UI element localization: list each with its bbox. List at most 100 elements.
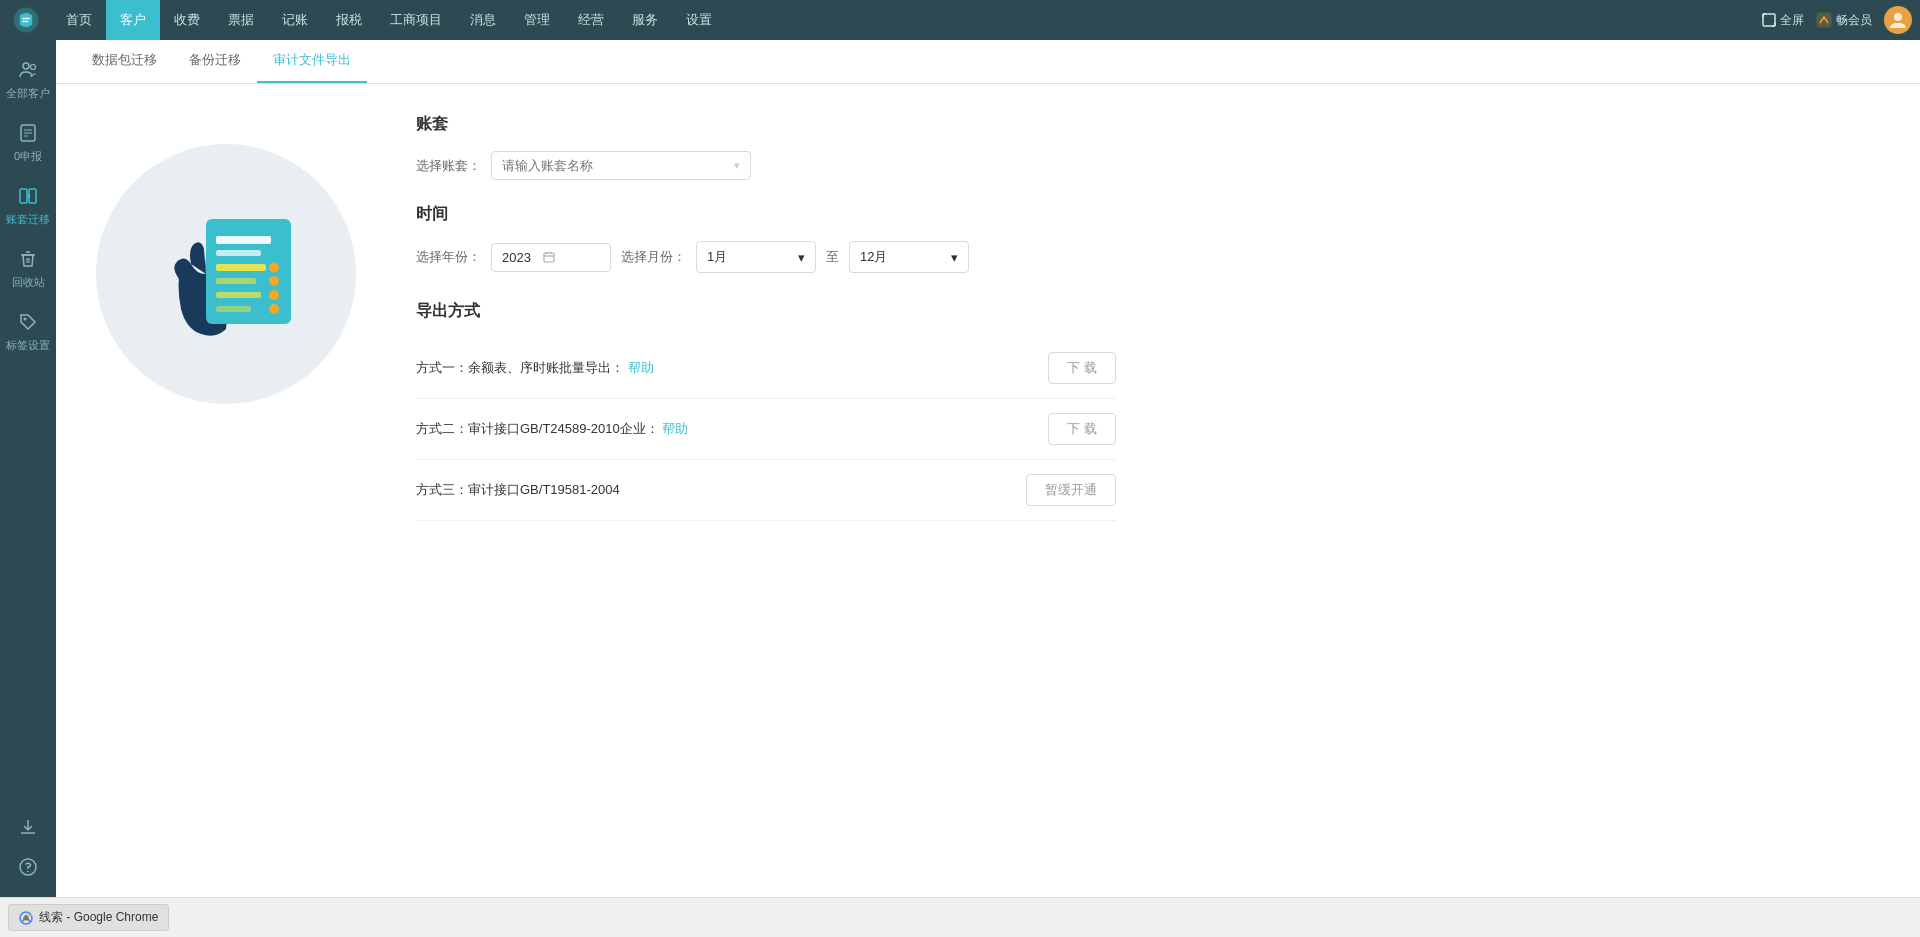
- chevron-down-icon-month-end: ▾: [951, 250, 958, 265]
- export-method-1-label: 方式一：余额表、序时账批量导出： 帮助: [416, 359, 1036, 377]
- account-search-field[interactable]: [502, 158, 726, 173]
- nav-home[interactable]: 首页: [52, 0, 106, 40]
- chevron-down-icon-month-start: ▾: [798, 250, 805, 265]
- audit-illustration: [126, 164, 326, 384]
- svg-rect-2: [1817, 13, 1831, 27]
- nav-customer[interactable]: 客户: [106, 0, 160, 40]
- nav-tax[interactable]: 报税: [322, 0, 376, 40]
- svg-rect-21: [216, 306, 251, 312]
- svg-point-9: [24, 318, 27, 321]
- account-select-input[interactable]: ▾: [491, 151, 751, 180]
- nav-manage[interactable]: 管理: [510, 0, 564, 40]
- tag-icon: [16, 310, 40, 334]
- account-section-title: 账套: [416, 114, 1116, 135]
- fullscreen-label: 全屏: [1780, 12, 1804, 29]
- export-method-1-help-link[interactable]: 帮助: [628, 360, 654, 375]
- sidebar-label-tag: 标签设置: [6, 338, 50, 353]
- export-method-2-help-link[interactable]: 帮助: [662, 421, 688, 436]
- svg-point-3: [1894, 13, 1902, 21]
- tab-bar: 数据包迁移 备份迁移 审计文件导出: [56, 40, 1920, 84]
- export-method-2-label: 方式二：审计接口GB/T24589-2010企业： 帮助: [416, 420, 1036, 438]
- export-method-1: 方式一：余额表、序时账批量导出： 帮助 下 载: [416, 338, 1116, 399]
- chevron-down-icon: ▾: [734, 159, 740, 172]
- svg-point-20: [269, 290, 279, 300]
- time-select-row: 选择年份： 2023 选择月份： 1月 ▾ 至: [416, 241, 1116, 273]
- top-navigation: 首页 客户 收费 票据 记账 报税 工商项目 消息 管理 经营 服务 设置 全屏…: [0, 0, 1920, 40]
- nav-message[interactable]: 消息: [456, 0, 510, 40]
- svg-rect-19: [216, 292, 261, 298]
- taskbar-chrome-label: 线索 - Google Chrome: [39, 909, 158, 926]
- svg-point-18: [269, 276, 279, 286]
- member-label: 畅会员: [1836, 12, 1872, 29]
- sidebar-item-zero-report[interactable]: 0申报: [0, 111, 56, 174]
- taskbar-chrome-item[interactable]: 线索 - Google Chrome: [8, 904, 169, 931]
- nav-right-area: 全屏 畅会员: [1762, 6, 1912, 34]
- fullscreen-button[interactable]: 全屏: [1762, 12, 1804, 29]
- month-start-select[interactable]: 1月 ▾: [696, 241, 816, 273]
- svg-rect-23: [544, 253, 554, 262]
- tab-data-migrate[interactable]: 数据包迁移: [76, 40, 173, 83]
- sidebar: 全部客户 0申报 账套迁移: [0, 40, 56, 897]
- svg-rect-1: [1763, 14, 1775, 26]
- sidebar-download-icon[interactable]: [0, 809, 56, 845]
- sidebar-label-zero-report: 0申报: [14, 149, 42, 164]
- app-logo[interactable]: [8, 2, 44, 38]
- export-method-section: 导出方式 方式一：余额表、序时账批量导出： 帮助 下 载 方式二：审计接口GB/…: [416, 301, 1116, 521]
- form-area: 账套 选择账套： ▾ 时间 选择年份： 2023: [416, 114, 1116, 867]
- sidebar-item-tag[interactable]: 标签设置: [0, 300, 56, 363]
- sidebar-item-all-customers[interactable]: 全部客户: [0, 48, 56, 111]
- sidebar-item-migrate[interactable]: 账套迁移: [0, 174, 56, 237]
- year-select[interactable]: 2023: [491, 243, 611, 272]
- sidebar-item-recycle[interactable]: 回收站: [0, 237, 56, 300]
- nav-business[interactable]: 工商项目: [376, 0, 456, 40]
- month-label: 选择月份：: [621, 248, 686, 266]
- user-avatar[interactable]: [1884, 6, 1912, 34]
- to-separator: 至: [826, 248, 839, 266]
- main-layout: 全部客户 0申报 账套迁移: [0, 40, 1920, 897]
- svg-point-5: [31, 65, 36, 70]
- illustration-area: [96, 114, 356, 867]
- sidebar-help-icon[interactable]: [0, 849, 56, 885]
- svg-point-22: [269, 304, 279, 314]
- sidebar-label-recycle: 回收站: [12, 275, 45, 290]
- month-end-select[interactable]: 12月 ▾: [849, 241, 969, 273]
- taskbar: 线索 - Google Chrome: [0, 897, 1920, 937]
- export-method-3-unlock-button[interactable]: 暂缓开通: [1026, 474, 1116, 506]
- export-method-1-download-button[interactable]: 下 载: [1048, 352, 1116, 384]
- sidebar-label-all-customers: 全部客户: [6, 86, 50, 101]
- svg-point-11: [27, 871, 29, 873]
- svg-rect-15: [216, 264, 266, 271]
- month-start-value: 1月: [707, 248, 727, 266]
- nav-invoice[interactable]: 票据: [214, 0, 268, 40]
- nav-settings[interactable]: 设置: [672, 0, 726, 40]
- export-section-title: 导出方式: [416, 301, 1116, 322]
- sidebar-label-migrate: 账套迁移: [6, 212, 50, 227]
- month-end-value: 12月: [860, 248, 887, 266]
- svg-rect-13: [216, 236, 271, 244]
- export-method-3: 方式三：审计接口GB/T19581-2004 暂缓开通: [416, 460, 1116, 521]
- nav-service[interactable]: 服务: [618, 0, 672, 40]
- export-method-3-label: 方式三：审计接口GB/T19581-2004: [416, 481, 1014, 499]
- nav-billing[interactable]: 收费: [160, 0, 214, 40]
- account-select-label: 选择账套：: [416, 157, 481, 175]
- trash-icon: [16, 247, 40, 271]
- zero-icon: [16, 121, 40, 145]
- account-select-row: 选择账套： ▾: [416, 151, 1116, 180]
- tab-audit-export[interactable]: 审计文件导出: [257, 40, 367, 83]
- nav-menu: 首页 客户 收费 票据 记账 报税 工商项目 消息 管理 经营 服务 设置: [52, 0, 1762, 40]
- member-button[interactable]: 畅会员: [1816, 12, 1872, 29]
- migrate-icon: [16, 184, 40, 208]
- year-value: 2023: [502, 250, 531, 265]
- svg-point-4: [23, 63, 29, 69]
- time-section-title: 时间: [416, 204, 1116, 225]
- nav-operation[interactable]: 经营: [564, 0, 618, 40]
- nav-accounting[interactable]: 记账: [268, 0, 322, 40]
- svg-rect-14: [216, 250, 261, 256]
- chrome-icon: [19, 911, 33, 925]
- illustration-circle: [96, 144, 356, 404]
- export-method-2-download-button[interactable]: 下 载: [1048, 413, 1116, 445]
- page-content: 账套 选择账套： ▾ 时间 选择年份： 2023: [56, 84, 1920, 897]
- tab-backup-migrate[interactable]: 备份迁移: [173, 40, 257, 83]
- svg-rect-7: [20, 189, 27, 203]
- sidebar-bottom: [0, 809, 56, 897]
